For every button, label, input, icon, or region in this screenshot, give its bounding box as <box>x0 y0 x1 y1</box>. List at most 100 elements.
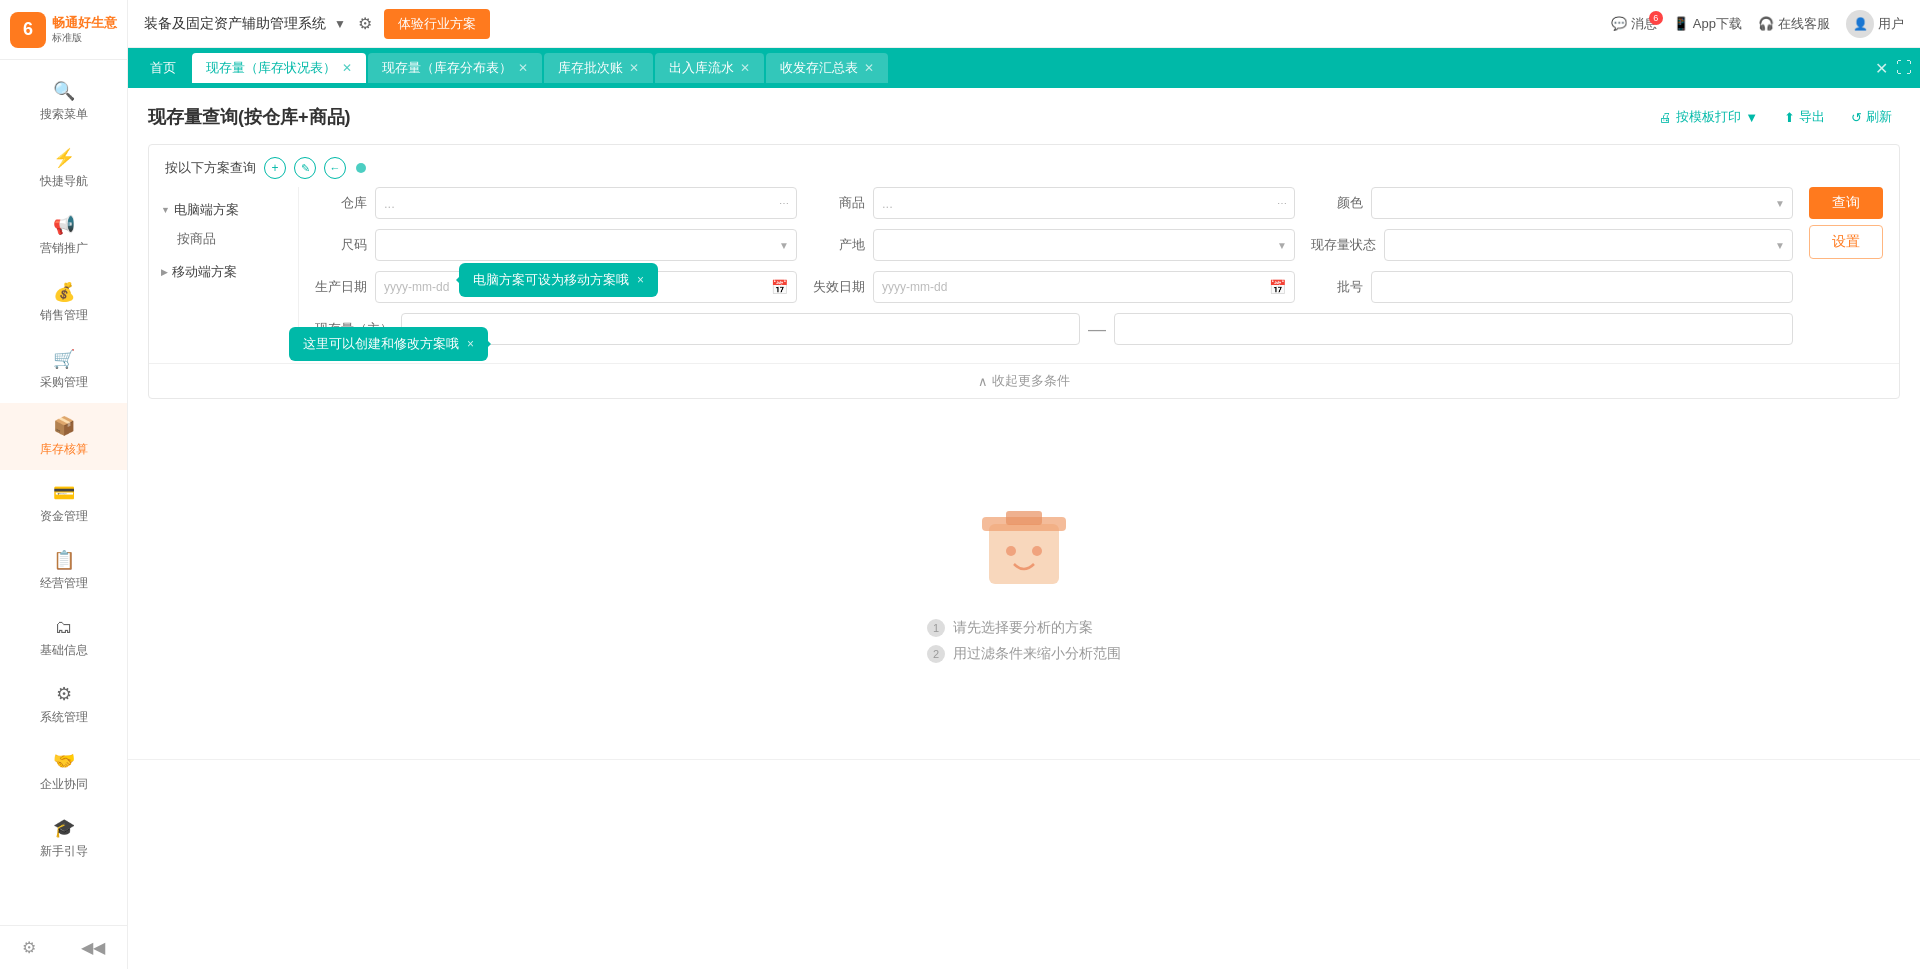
sidebar-item-basic[interactable]: 🗂 基础信息 <box>0 604 127 671</box>
tab-close-4[interactable]: ✕ <box>864 61 874 75</box>
size-select-wrap: ▼ <box>375 229 797 261</box>
inventory-main-to[interactable] <box>1114 313 1793 345</box>
search-button[interactable]: 查询 <box>1809 187 1883 219</box>
collapse-btn[interactable]: ∧ 收起更多条件 <box>978 372 1070 390</box>
tab-close-0[interactable]: ✕ <box>342 61 352 75</box>
app-download-action[interactable]: 📱 App下载 <box>1673 15 1742 33</box>
print-template-btn[interactable]: 🖨 按模板打印 ▼ <box>1651 104 1766 130</box>
tab-inout-flow[interactable]: 出入库流水 ✕ <box>655 53 764 83</box>
desktop-scheme-header[interactable]: ▼ 电脑端方案 <box>149 195 298 225</box>
warehouse-label: 仓库 <box>315 194 367 212</box>
export-btn[interactable]: ⬆ 导出 <box>1776 104 1833 130</box>
export-icon: ⬆ <box>1784 110 1795 125</box>
tab-batch-ledger[interactable]: 库存批次账 ✕ <box>544 53 653 83</box>
settings-icon[interactable]: ⚙ <box>354 10 376 37</box>
batch-no-field: 批号 <box>1311 271 1793 303</box>
tab-inventory-dist-label: 现存量（库存分布表） <box>382 59 512 77</box>
page-content: 现存量查询(按仓库+商品) 🖨 按模板打印 ▼ ⬆ 导出 ↺ <box>128 88 1920 969</box>
tab-close-3[interactable]: ✕ <box>740 61 750 75</box>
page-actions: 🖨 按模板打印 ▼ ⬆ 导出 ↺ 刷新 <box>1651 104 1900 130</box>
inventory-main-from[interactable] <box>401 313 1080 345</box>
tab-batch-ledger-label: 库存批次账 <box>558 59 623 77</box>
empty-hints: 1 请先选择要分析的方案 2 用过滤条件来缩小分析范围 <box>927 619 1121 663</box>
messages-action[interactable]: 💬 消息 6 <box>1611 15 1657 33</box>
scheme-item-by-goods[interactable]: 按商品 <box>157 225 298 253</box>
warehouse-input[interactable] <box>375 187 797 219</box>
app-logo-icon: 6 <box>10 12 46 48</box>
tab-inventory-status[interactable]: 现存量（库存状况表） ✕ <box>192 53 366 83</box>
mobile-scheme-label: 移动端方案 <box>172 263 237 281</box>
tab-close-2[interactable]: ✕ <box>629 61 639 75</box>
sidebar-label-purchase: 采购管理 <box>40 374 88 391</box>
origin-select[interactable] <box>873 229 1295 261</box>
collapse-row: ∧ 收起更多条件 <box>149 363 1899 398</box>
experience-btn[interactable]: 体验行业方案 <box>384 9 490 39</box>
online-service-action[interactable]: 🎧 在线客服 <box>1758 15 1830 33</box>
system-title: 装备及固定资产辅助管理系统 <box>144 15 326 33</box>
hint-num-1: 1 <box>927 619 945 637</box>
inventory-status-select[interactable] <box>1384 229 1793 261</box>
sales-icon: 💰 <box>53 281 75 303</box>
inventory-status-select-wrap: ▼ <box>1384 229 1793 261</box>
user-action[interactable]: 👤 用户 <box>1846 10 1904 38</box>
sidebar-item-system[interactable]: ⚙ 系统管理 <box>0 671 127 738</box>
svg-rect-2 <box>1006 511 1042 525</box>
reset-button[interactable]: 设置 <box>1809 225 1883 259</box>
marketing-icon: 📢 <box>53 214 75 236</box>
sidebar-item-finance[interactable]: 💳 资金管理 <box>0 470 127 537</box>
expiry-date-input[interactable]: yyyy-mm-dd 📅 <box>873 271 1295 303</box>
sidebar-label-search: 搜索菜单 <box>40 106 88 123</box>
system-dropdown-icon[interactable]: ▼ <box>334 17 346 31</box>
sidebar-item-enterprise[interactable]: 🤝 企业协同 <box>0 738 127 805</box>
sidebar-item-marketing[interactable]: 📢 营销推广 <box>0 202 127 269</box>
search-action-buttons: 查询 设置 <box>1809 187 1899 259</box>
tab-minimize-icon[interactable]: ✕ <box>1875 59 1888 78</box>
tab-inout-flow-label: 出入库流水 <box>669 59 734 77</box>
add-scheme-btn[interactable]: + <box>264 157 286 179</box>
size-select[interactable] <box>375 229 797 261</box>
sidebar-item-inventory[interactable]: 📦 库存核算 <box>0 403 127 470</box>
sidebar-item-purchase[interactable]: 🛒 采购管理 <box>0 336 127 403</box>
quicknav-icon: ⚡ <box>53 147 75 169</box>
tab-home[interactable]: 首页 <box>136 53 190 83</box>
refresh-btn[interactable]: ↺ 刷新 <box>1843 104 1900 130</box>
export-label: 导出 <box>1799 108 1825 126</box>
collapse-sidebar-icon[interactable]: ◀◀ <box>81 938 105 957</box>
color-select[interactable] <box>1371 187 1793 219</box>
tooltip-scheme-create: 这里可以创建和修改方案哦 × <box>289 327 488 361</box>
collapse-up-icon: ∧ <box>978 374 988 389</box>
batch-no-input[interactable] <box>1371 271 1793 303</box>
inventory-main-sep: — <box>1088 319 1106 340</box>
back-scheme-btn[interactable]: ← <box>324 157 346 179</box>
sidebar-item-sales[interactable]: 💰 销售管理 <box>0 269 127 336</box>
filter-section: 按以下方案查询 + ✎ ← <box>148 144 1900 399</box>
mobile-tree-arrow: ▶ <box>161 267 168 277</box>
message-badge: 6 <box>1649 11 1663 25</box>
sidebar-nav: 🔍 搜索菜单 ⚡ 快捷导航 📢 营销推广 💰 销售管理 🛒 采购管理 📦 库存核… <box>0 60 127 925</box>
color-label: 颜色 <box>1311 194 1363 212</box>
header-left: 装备及固定资产辅助管理系统 ▼ ⚙ 体验行业方案 <box>144 9 490 39</box>
origin-select-wrap: ▼ <box>873 229 1295 261</box>
sidebar-item-quicknav[interactable]: ⚡ 快捷导航 <box>0 135 127 202</box>
edit-scheme-btn[interactable]: ✎ <box>294 157 316 179</box>
mobile-scheme-header[interactable]: ▶ 移动端方案 <box>149 257 298 287</box>
tab-inventory-dist[interactable]: 现存量（库存分布表） ✕ <box>368 53 542 83</box>
tab-close-1[interactable]: ✕ <box>518 61 528 75</box>
hint-text-1: 请先选择要分析的方案 <box>953 619 1093 637</box>
goods-input[interactable] <box>873 187 1295 219</box>
tab-maximize-icon[interactable]: ⛶ <box>1896 59 1912 78</box>
origin-label: 产地 <box>813 236 865 254</box>
size-label: 尺码 <box>315 236 367 254</box>
tooltip1-close[interactable]: × <box>637 273 644 287</box>
tab-summary[interactable]: 收发存汇总表 ✕ <box>766 53 888 83</box>
sidebar-item-operations[interactable]: 📋 经营管理 <box>0 537 127 604</box>
top-header: 装备及固定资产辅助管理系统 ▼ ⚙ 体验行业方案 💬 消息 6 📱 App下载 … <box>128 0 1920 48</box>
sidebar-label-finance: 资金管理 <box>40 508 88 525</box>
warehouse-field: 仓库 ⋯ <box>315 187 797 219</box>
sidebar-item-guide[interactable]: 🎓 新手引导 <box>0 805 127 872</box>
sidebar-item-search[interactable]: 🔍 搜索菜单 <box>0 68 127 135</box>
expiry-date-icon: 📅 <box>1269 279 1286 295</box>
tooltip2-close[interactable]: × <box>467 337 474 351</box>
settings-bottom-icon[interactable]: ⚙ <box>22 938 36 957</box>
svg-point-4 <box>1032 546 1042 556</box>
